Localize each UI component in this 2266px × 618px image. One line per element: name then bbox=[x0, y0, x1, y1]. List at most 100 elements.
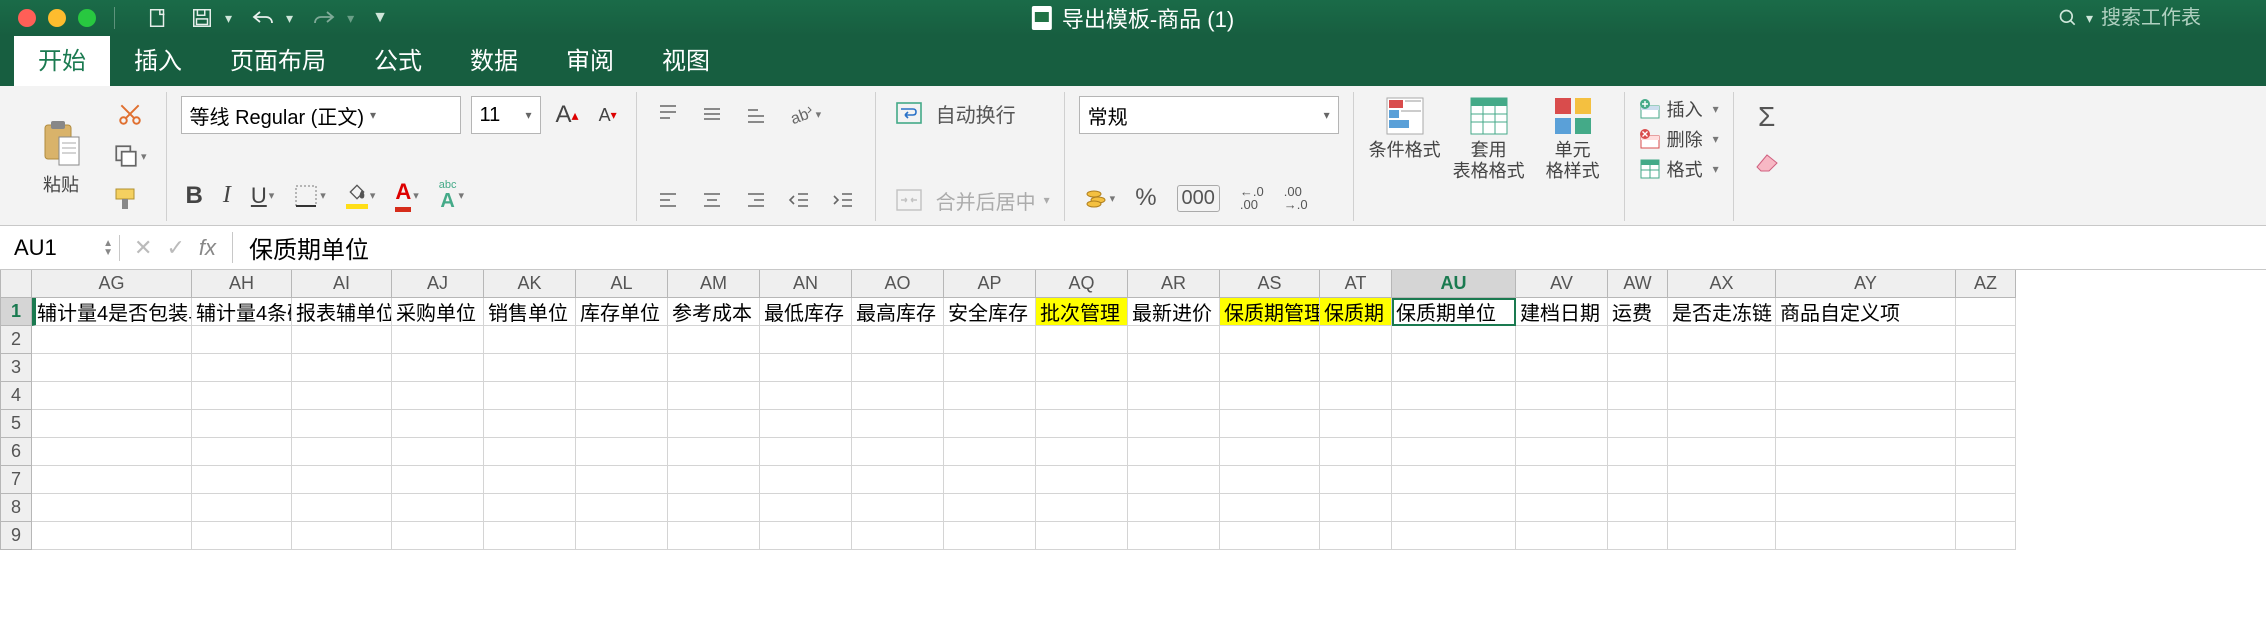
new-file-icon[interactable] bbox=[145, 5, 171, 31]
cell-AO7[interactable] bbox=[852, 466, 944, 494]
cell-AI5[interactable] bbox=[292, 410, 392, 438]
cell-AQ3[interactable] bbox=[1036, 354, 1128, 382]
undo-icon[interactable] bbox=[250, 5, 276, 31]
cell-AH9[interactable] bbox=[192, 522, 292, 550]
insert-cells-button[interactable]: 插入▾ bbox=[1639, 96, 1719, 122]
cell-AG9[interactable] bbox=[32, 522, 192, 550]
select-all-corner[interactable] bbox=[0, 270, 32, 298]
cell-AG3[interactable] bbox=[32, 354, 192, 382]
cell-AP9[interactable] bbox=[944, 522, 1036, 550]
cell-AN5[interactable] bbox=[760, 410, 852, 438]
row-header-8[interactable]: 8 bbox=[0, 494, 32, 522]
minimize-window[interactable] bbox=[48, 9, 66, 27]
save-icon[interactable] bbox=[189, 5, 215, 31]
col-header-AP[interactable]: AP bbox=[944, 270, 1036, 298]
format-painter-button[interactable] bbox=[108, 180, 152, 216]
cell-AW8[interactable] bbox=[1608, 494, 1668, 522]
align-left-button[interactable] bbox=[651, 183, 685, 217]
tab-insert[interactable]: 插入 bbox=[110, 31, 206, 86]
tab-data[interactable]: 数据 bbox=[446, 31, 542, 86]
cell-AS4[interactable] bbox=[1220, 382, 1320, 410]
cell-AW7[interactable] bbox=[1608, 466, 1668, 494]
cell-AQ4[interactable] bbox=[1036, 382, 1128, 410]
cell-AY3[interactable] bbox=[1776, 354, 1956, 382]
font-color-button[interactable]: A▾ bbox=[390, 174, 423, 217]
cell-AG2[interactable] bbox=[32, 326, 192, 354]
cell-AK2[interactable] bbox=[484, 326, 576, 354]
col-header-AV[interactable]: AV bbox=[1516, 270, 1608, 298]
cell-AX5[interactable] bbox=[1668, 410, 1776, 438]
row-header-5[interactable]: 5 bbox=[0, 410, 32, 438]
cell-AU4[interactable] bbox=[1392, 382, 1516, 410]
cell-AV8[interactable] bbox=[1516, 494, 1608, 522]
cell-AV1[interactable]: 建档日期 bbox=[1516, 298, 1608, 326]
maximize-window[interactable] bbox=[78, 9, 96, 27]
row-header-1[interactable]: 1 bbox=[0, 298, 32, 326]
cell-AS9[interactable] bbox=[1220, 522, 1320, 550]
cell-AO3[interactable] bbox=[852, 354, 944, 382]
cell-AK6[interactable] bbox=[484, 438, 576, 466]
cell-AG5[interactable] bbox=[32, 410, 192, 438]
cell-AQ5[interactable] bbox=[1036, 410, 1128, 438]
cell-AG6[interactable] bbox=[32, 438, 192, 466]
cell-styles-button[interactable]: 单元 格样式 bbox=[1536, 96, 1610, 181]
phonetic-button[interactable]: abcA▾ bbox=[434, 175, 469, 216]
font-name-dropdown[interactable]: 等线 Regular (正文)▾ bbox=[181, 96, 461, 134]
cell-AU9[interactable] bbox=[1392, 522, 1516, 550]
cell-AY2[interactable] bbox=[1776, 326, 1956, 354]
cell-AQ7[interactable] bbox=[1036, 466, 1128, 494]
cell-AL7[interactable] bbox=[576, 466, 668, 494]
cell-AO8[interactable] bbox=[852, 494, 944, 522]
cell-AJ3[interactable] bbox=[392, 354, 484, 382]
conditional-format-button[interactable]: 条件格式 bbox=[1368, 96, 1442, 161]
row-header-2[interactable]: 2 bbox=[0, 326, 32, 354]
cell-AS5[interactable] bbox=[1220, 410, 1320, 438]
col-header-AR[interactable]: AR bbox=[1128, 270, 1220, 298]
redo-icon[interactable] bbox=[311, 5, 337, 31]
col-header-AG[interactable]: AG bbox=[32, 270, 192, 298]
cell-AH7[interactable] bbox=[192, 466, 292, 494]
cell-AU3[interactable] bbox=[1392, 354, 1516, 382]
cell-AR5[interactable] bbox=[1128, 410, 1220, 438]
cell-AW3[interactable] bbox=[1608, 354, 1668, 382]
cell-AZ3[interactable] bbox=[1956, 354, 2016, 382]
cell-AT4[interactable] bbox=[1320, 382, 1392, 410]
number-format-dropdown[interactable]: 常规▾ bbox=[1079, 96, 1339, 134]
cell-AK1[interactable]: 销售单位 bbox=[484, 298, 576, 326]
col-header-AZ[interactable]: AZ bbox=[1956, 270, 2016, 298]
cell-AS6[interactable] bbox=[1220, 438, 1320, 466]
cell-AJ5[interactable] bbox=[392, 410, 484, 438]
border-button[interactable]: ▾ bbox=[289, 179, 331, 213]
cell-AI2[interactable] bbox=[292, 326, 392, 354]
cell-AT1[interactable]: 保质期 bbox=[1320, 298, 1392, 326]
increase-font-button[interactable]: A▴ bbox=[551, 96, 584, 134]
cell-AU8[interactable] bbox=[1392, 494, 1516, 522]
cell-AY5[interactable] bbox=[1776, 410, 1956, 438]
orientation-button[interactable]: ab▾ bbox=[783, 96, 827, 132]
cell-AQ9[interactable] bbox=[1036, 522, 1128, 550]
cell-AN9[interactable] bbox=[760, 522, 852, 550]
cell-AH5[interactable] bbox=[192, 410, 292, 438]
cell-AM4[interactable] bbox=[668, 382, 760, 410]
cell-AJ6[interactable] bbox=[392, 438, 484, 466]
cell-AN3[interactable] bbox=[760, 354, 852, 382]
cell-AT7[interactable] bbox=[1320, 466, 1392, 494]
cell-AZ9[interactable] bbox=[1956, 522, 2016, 550]
cell-AI9[interactable] bbox=[292, 522, 392, 550]
cell-AR1[interactable]: 最新进价 bbox=[1128, 298, 1220, 326]
cell-AZ1[interactable] bbox=[1956, 298, 2016, 326]
cell-AZ6[interactable] bbox=[1956, 438, 2016, 466]
cell-AZ7[interactable] bbox=[1956, 466, 2016, 494]
close-window[interactable] bbox=[18, 9, 36, 27]
clear-button[interactable] bbox=[1748, 144, 1786, 178]
cell-AR8[interactable] bbox=[1128, 494, 1220, 522]
fx-icon[interactable]: fx bbox=[199, 235, 216, 261]
cell-AH2[interactable] bbox=[192, 326, 292, 354]
cell-AM1[interactable]: 参考成本 bbox=[668, 298, 760, 326]
cell-AJ8[interactable] bbox=[392, 494, 484, 522]
cell-AN1[interactable]: 最低库存 bbox=[760, 298, 852, 326]
cell-AW5[interactable] bbox=[1608, 410, 1668, 438]
cell-AX9[interactable] bbox=[1668, 522, 1776, 550]
percent-button[interactable]: % bbox=[1130, 179, 1161, 217]
cell-AW9[interactable] bbox=[1608, 522, 1668, 550]
